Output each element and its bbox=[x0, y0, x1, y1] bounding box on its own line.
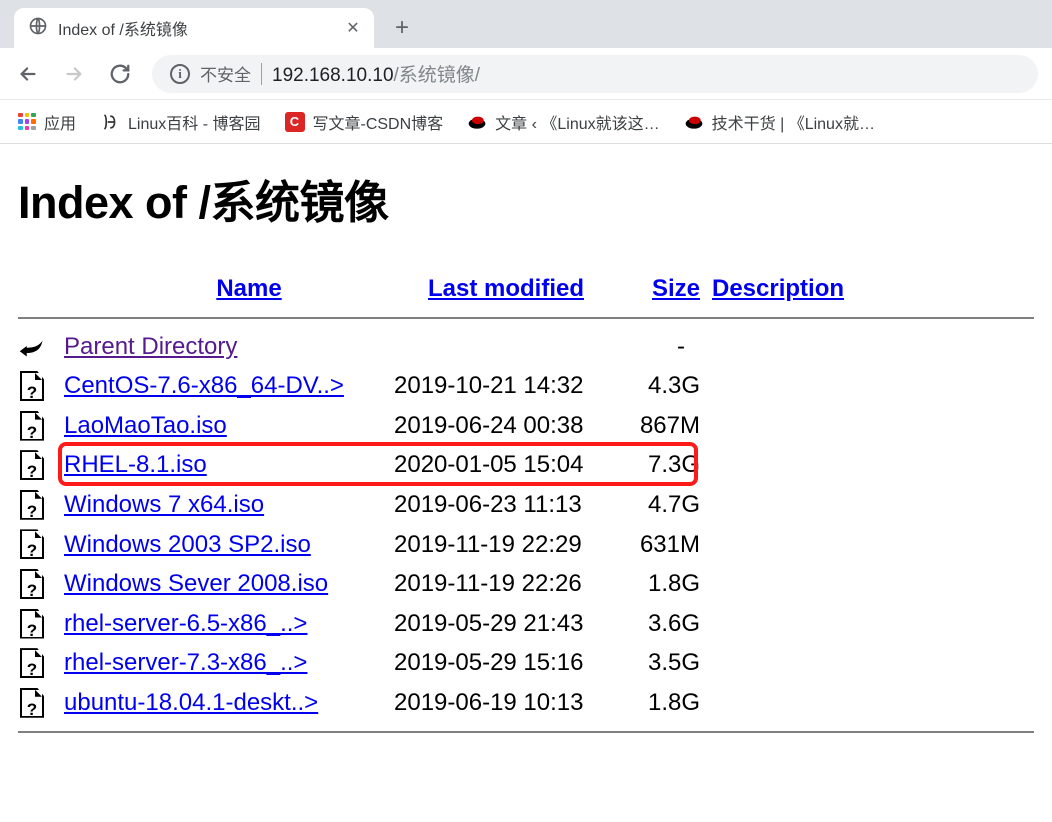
browser-toolbar: i 不安全 192.168.10.10/系统镜像/ bbox=[0, 48, 1052, 100]
bookmark-item[interactable]: Linux百科 - 博客园 bbox=[100, 110, 260, 134]
file-modified: 2019-11-19 22:29 bbox=[394, 525, 618, 565]
file-modified: 2019-06-23 11:13 bbox=[394, 485, 618, 525]
globe-icon bbox=[28, 16, 48, 41]
file-row: Windows 2003 SP2.iso2019-11-19 22:29631M bbox=[18, 525, 1034, 565]
reload-button[interactable] bbox=[106, 60, 134, 88]
file-row: Windows 7 x64.iso2019-06-23 11:134.7G bbox=[18, 485, 1034, 525]
file-size: 1.8G bbox=[618, 683, 700, 723]
url-host: 192.168.10.10 bbox=[272, 65, 394, 86]
browser-tab[interactable]: Index of /系统镜像 ✕ bbox=[14, 8, 374, 48]
file-row: LaoMaoTao.iso2019-06-24 00:38867M bbox=[18, 406, 1034, 446]
tab-title: Index of /系统镜像 bbox=[58, 16, 334, 40]
address-bar[interactable]: i 不安全 192.168.10.10/系统镜像/ bbox=[152, 55, 1038, 93]
file-link[interactable]: Windows 7 x64.iso bbox=[64, 485, 394, 525]
file-size: 3.6G bbox=[618, 604, 700, 644]
csdn-icon: C bbox=[285, 112, 305, 132]
file-size: 867M bbox=[618, 406, 700, 446]
file-row: ubuntu-18.04.1-deskt..>2019-06-19 10:131… bbox=[18, 683, 1034, 723]
file-link[interactable]: Windows Sever 2008.iso bbox=[64, 564, 394, 604]
unknown-file-icon bbox=[18, 370, 46, 402]
page-title: Index of /系统镜像 bbox=[18, 166, 1034, 231]
file-size: 631M bbox=[618, 525, 700, 565]
unknown-file-icon bbox=[18, 568, 46, 600]
file-modified: 2019-05-29 21:43 bbox=[394, 604, 618, 644]
parent-directory-link[interactable]: Parent Directory bbox=[64, 327, 394, 367]
file-link[interactable]: rhel-server-7.3-x86_..> bbox=[64, 643, 394, 683]
bookmark-label: 写文章-CSDN博客 bbox=[313, 110, 444, 134]
omnibox-divider bbox=[261, 63, 262, 85]
file-modified: 2019-06-19 10:13 bbox=[394, 683, 618, 723]
site-info-icon[interactable]: i bbox=[170, 64, 190, 84]
redhat-icon bbox=[467, 112, 487, 132]
apps-shortcut[interactable]: 应用 bbox=[18, 110, 76, 134]
file-row: CentOS-7.6-x86_64-DV..>2019-10-21 14:324… bbox=[18, 366, 1034, 406]
col-size[interactable]: Size bbox=[618, 269, 700, 309]
file-modified: 2019-11-19 22:26 bbox=[394, 564, 618, 604]
file-size: 4.7G bbox=[618, 485, 700, 525]
bookmark-item[interactable]: C 写文章-CSDN博客 bbox=[285, 110, 444, 134]
file-row: rhel-server-7.3-x86_..>2019-05-29 15:163… bbox=[18, 643, 1034, 683]
listing-header: Name Last modified Size Description bbox=[18, 269, 1034, 309]
tab-close-button[interactable]: ✕ bbox=[344, 19, 362, 37]
insecure-label: 不安全 bbox=[200, 61, 251, 86]
directory-listing: Name Last modified Size Description Pare… bbox=[18, 269, 1034, 733]
unknown-file-icon bbox=[18, 687, 46, 719]
file-link[interactable]: ubuntu-18.04.1-deskt..> bbox=[64, 683, 394, 723]
unknown-file-icon bbox=[18, 449, 46, 481]
file-link[interactable]: rhel-server-6.5-x86_..> bbox=[64, 604, 394, 644]
apps-label: 应用 bbox=[44, 110, 76, 134]
file-size: 1.8G bbox=[618, 564, 700, 604]
redhat-icon bbox=[684, 112, 704, 132]
bookmark-label: 技术干货 | 《Linux就… bbox=[712, 110, 875, 134]
file-size: 4.3G bbox=[618, 366, 700, 406]
parent-dir-icon bbox=[18, 330, 46, 362]
back-button[interactable] bbox=[14, 60, 42, 88]
bookmark-label: 文章 ‹ 《Linux就该这… bbox=[495, 110, 659, 134]
bookmarks-bar: 应用 Linux百科 - 博客园 C 写文章-CSDN博客 文章 ‹ 《Linux就该… bbox=[0, 100, 1052, 144]
file-row: Windows Sever 2008.iso2019-11-19 22:261.… bbox=[18, 564, 1034, 604]
unknown-file-icon bbox=[18, 647, 46, 679]
file-link[interactable]: LaoMaoTao.iso bbox=[64, 406, 394, 446]
footer-separator bbox=[18, 731, 1034, 733]
apps-icon bbox=[18, 113, 36, 131]
page-content: Index of /系统镜像 Name Last modified Size D… bbox=[0, 144, 1052, 755]
col-name[interactable]: Name bbox=[64, 269, 394, 309]
file-modified: 2020-01-05 15:04 bbox=[394, 445, 618, 485]
cnblogs-icon bbox=[100, 112, 120, 132]
col-description[interactable]: Description bbox=[700, 269, 850, 309]
file-link[interactable]: Windows 2003 SP2.iso bbox=[64, 525, 394, 565]
forward-button[interactable] bbox=[60, 60, 88, 88]
file-modified: 2019-10-21 14:32 bbox=[394, 366, 618, 406]
url-path: /系统镜像/ bbox=[394, 65, 481, 86]
file-modified: 2019-05-29 15:16 bbox=[394, 643, 618, 683]
file-row: RHEL-8.1.iso2020-01-05 15:047.3G bbox=[18, 445, 1034, 485]
tab-strip: Index of /系统镜像 ✕ + bbox=[0, 0, 1052, 48]
bookmark-label: Linux百科 - 博客园 bbox=[128, 110, 260, 134]
bookmark-item[interactable]: 技术干货 | 《Linux就… bbox=[684, 110, 875, 134]
unknown-file-icon bbox=[18, 528, 46, 560]
file-size: 7.3G bbox=[618, 445, 700, 485]
unknown-file-icon bbox=[18, 608, 46, 640]
file-row: rhel-server-6.5-x86_..>2019-05-29 21:433… bbox=[18, 604, 1034, 644]
parent-size: - bbox=[618, 327, 700, 367]
file-size: 3.5G bbox=[618, 643, 700, 683]
new-tab-button[interactable]: + bbox=[384, 10, 420, 46]
unknown-file-icon bbox=[18, 489, 46, 521]
file-modified: 2019-06-24 00:38 bbox=[394, 406, 618, 446]
file-link[interactable]: RHEL-8.1.iso bbox=[64, 445, 394, 485]
unknown-file-icon bbox=[18, 410, 46, 442]
url-text: 192.168.10.10/系统镜像/ bbox=[272, 60, 480, 87]
file-link[interactable]: CentOS-7.6-x86_64-DV..> bbox=[64, 366, 394, 406]
parent-directory-row: Parent Directory - bbox=[18, 327, 1034, 367]
header-separator bbox=[18, 317, 1034, 319]
bookmark-item[interactable]: 文章 ‹ 《Linux就该这… bbox=[467, 110, 659, 134]
col-last-modified[interactable]: Last modified bbox=[394, 269, 618, 309]
